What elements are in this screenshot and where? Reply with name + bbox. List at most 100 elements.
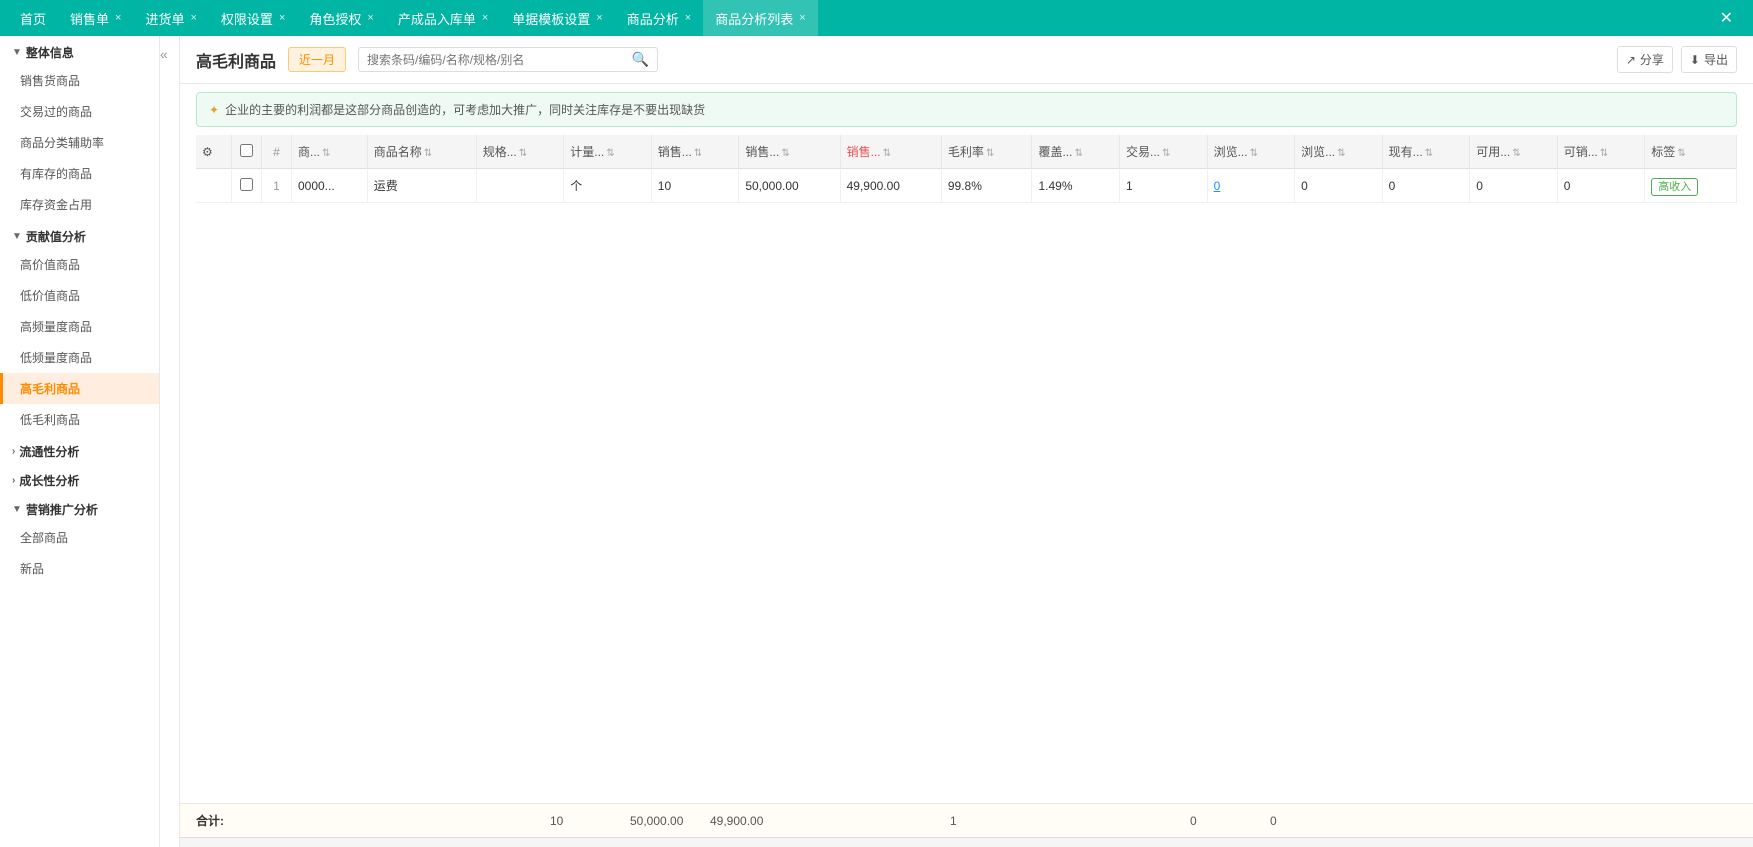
sidebar-item-high-value[interactable]: 高价值商品 [0, 249, 159, 280]
export-btn[interactable]: ⬇ 导出 [1681, 46, 1737, 73]
select-all-checkbox[interactable] [240, 144, 253, 157]
cell-name: 运费 [367, 169, 476, 203]
export-icon: ⬇ [1690, 53, 1700, 67]
table-container: ⚙ # 商...⇅ 商品名称⇅ 规格...⇅ 计量...⇅ 销售...⇅ 销售.… [180, 135, 1753, 803]
close-role-permission[interactable]: × [367, 12, 373, 24]
cell-browse1[interactable]: 0 [1207, 169, 1295, 203]
content-header: 高毛利商品 近一月 🔍 ↗ 分享 ⬇ 导出 [180, 36, 1753, 84]
sidebar-item-inventory-goods[interactable]: 有库存的商品 [0, 158, 159, 189]
nav-product-entry[interactable]: 产成品入库单 × [386, 0, 500, 36]
col-name[interactable]: 商品名称⇅ [367, 135, 476, 169]
close-product-analysis-list[interactable]: × [799, 12, 805, 24]
info-icon: ✦ [209, 103, 219, 117]
share-btn[interactable]: ↗ 分享 [1617, 46, 1673, 73]
sidebar-section-flow[interactable]: › 流通性分析 [0, 435, 159, 464]
row-checkbox[interactable] [240, 178, 253, 191]
sidebar-item-high-margin[interactable]: 高毛利商品 [0, 373, 159, 404]
search-input[interactable] [367, 53, 632, 67]
col-transaction[interactable]: 交易...⇅ [1120, 135, 1208, 169]
sidebar-item-all-goods[interactable]: 全部商品 [0, 522, 159, 553]
header-actions: ↗ 分享 ⬇ 导出 [1617, 46, 1737, 73]
sidebar-section-marketing[interactable]: ▼ 营销推广分析 [0, 493, 159, 522]
main-layout: ▼ 整体信息 销售货商品 交易过的商品 商品分类辅助率 有库存的商品 库存资金占… [0, 36, 1753, 847]
sidebar-section-wealth[interactable]: ▼ 贡献值分析 [0, 220, 159, 249]
info-banner: ✦ 企业的主要的利润都是这部分商品创造的，可考虑加大推广，同时关注库存是不要出现… [196, 92, 1737, 127]
footer-transaction: 1 [944, 814, 1024, 828]
col-sales-cost[interactable]: 销售...⇅ [840, 135, 941, 169]
nav-product-analysis-list[interactable]: 商品分析列表 × [703, 0, 817, 36]
close-template-settings[interactable]: × [596, 12, 602, 24]
close-product-analysis[interactable]: × [685, 12, 691, 24]
col-sales-amount[interactable]: 销售...⇅ [739, 135, 840, 169]
cell-code[interactable]: 0000... [291, 169, 367, 203]
top-nav: 首页 销售单 × 进货单 × 权限设置 × 角色授权 × 产成品入库单 × 单据… [0, 0, 1753, 36]
col-sales-qty[interactable]: 销售...⇅ [651, 135, 739, 169]
sidebar-collapse-btn[interactable]: « [160, 36, 180, 847]
col-num: # [261, 135, 291, 169]
bottom-scrollbar[interactable] [180, 837, 1753, 847]
footer-sales-cost: 49,900.00 [704, 814, 784, 828]
col-browse2[interactable]: 浏览...⇅ [1295, 135, 1383, 169]
col-browse1[interactable]: 浏览...⇅ [1207, 135, 1295, 169]
sidebar-section-growth[interactable]: › 成长性分析 [0, 464, 159, 493]
sidebar-item-inventory-capital[interactable]: 库存资金占用 [0, 189, 159, 220]
nav-template-settings[interactable]: 单据模板设置 × [500, 0, 614, 36]
sidebar: ▼ 整体信息 销售货商品 交易过的商品 商品分类辅助率 有库存的商品 库存资金占… [0, 36, 160, 847]
content-area: 高毛利商品 近一月 🔍 ↗ 分享 ⬇ 导出 ✦ 企业的主要的利润都是这部分商品创… [180, 36, 1753, 847]
cell-available: 0 [1470, 169, 1558, 203]
col-checkbox[interactable] [231, 135, 261, 169]
sidebar-item-traded-goods[interactable]: 交易过的商品 [0, 96, 159, 127]
footer-available: 0 [1264, 814, 1344, 828]
col-spec[interactable]: 规格...⇅ [476, 135, 564, 169]
col-settings[interactable]: ⚙ [196, 135, 231, 169]
col-unit[interactable]: 计量...⇅ [564, 135, 652, 169]
sidebar-item-low-freq[interactable]: 低频量度商品 [0, 342, 159, 373]
cell-checkbox[interactable] [231, 169, 261, 203]
tag-badge: 高收入 [1651, 178, 1698, 196]
close-sales-order[interactable]: × [115, 12, 121, 24]
sidebar-section-overall[interactable]: ▼ 整体信息 [0, 36, 159, 65]
close-product-entry[interactable]: × [482, 12, 488, 24]
nav-product-analysis[interactable]: 商品分析 × [615, 0, 703, 36]
arrow-overall: ▼ [12, 47, 22, 58]
col-gross-margin[interactable]: 毛利率⇅ [941, 135, 1032, 169]
cell-unit: 个 [564, 169, 652, 203]
arrow-flow: › [12, 446, 15, 457]
sidebar-item-sales-goods[interactable]: 销售货商品 [0, 65, 159, 96]
content-title: 高毛利商品 [196, 48, 276, 72]
cell-gross-margin: 99.8% [941, 169, 1032, 203]
col-coverage[interactable]: 覆盖...⇅ [1032, 135, 1120, 169]
sidebar-item-sales-assist-rate[interactable]: 商品分类辅助率 [0, 127, 159, 158]
nav-sales-order[interactable]: 销售单 × [58, 0, 133, 36]
nav-home[interactable]: 首页 [8, 0, 58, 36]
nav-permission-settings[interactable]: 权限设置 × [209, 0, 297, 36]
sidebar-item-low-margin[interactable]: 低毛利商品 [0, 404, 159, 435]
cell-sales-qty: 10 [651, 169, 739, 203]
footer-label: 合计: [196, 812, 224, 829]
arrow-wealth: ▼ [12, 231, 22, 242]
close-all-tabs[interactable]: ✕ [1708, 0, 1745, 36]
footer-sales-amount: 50,000.00 [624, 814, 704, 828]
cell-num: 1 [261, 169, 291, 203]
nav-role-permission[interactable]: 角色授权 × [297, 0, 385, 36]
close-permission-settings[interactable]: × [279, 12, 285, 24]
arrow-growth: › [12, 475, 15, 486]
search-icon[interactable]: 🔍 [632, 51, 649, 68]
nav-purchase-order[interactable]: 进货单 × [133, 0, 208, 36]
sidebar-item-new-goods[interactable]: 新品 [0, 553, 159, 584]
col-sellable[interactable]: 可销...⇅ [1557, 135, 1645, 169]
sidebar-item-low-value[interactable]: 低价值商品 [0, 280, 159, 311]
cell-sales-amount: 50,000.00 [739, 169, 840, 203]
cell-sellable: 0 [1557, 169, 1645, 203]
col-tag[interactable]: 标签⇅ [1645, 135, 1737, 169]
close-purchase-order[interactable]: × [190, 12, 196, 24]
col-current-stock[interactable]: 现有...⇅ [1382, 135, 1470, 169]
sidebar-item-high-freq[interactable]: 高频量度商品 [0, 311, 159, 342]
col-code[interactable]: 商...⇅ [291, 135, 367, 169]
cell-settings [196, 169, 231, 203]
filter-recent-month-btn[interactable]: 近一月 [288, 47, 346, 72]
footer-sales-qty: 10 [544, 814, 624, 828]
share-icon: ↗ [1626, 53, 1636, 67]
col-available[interactable]: 可用...⇅ [1470, 135, 1558, 169]
search-box: 🔍 [358, 47, 658, 72]
